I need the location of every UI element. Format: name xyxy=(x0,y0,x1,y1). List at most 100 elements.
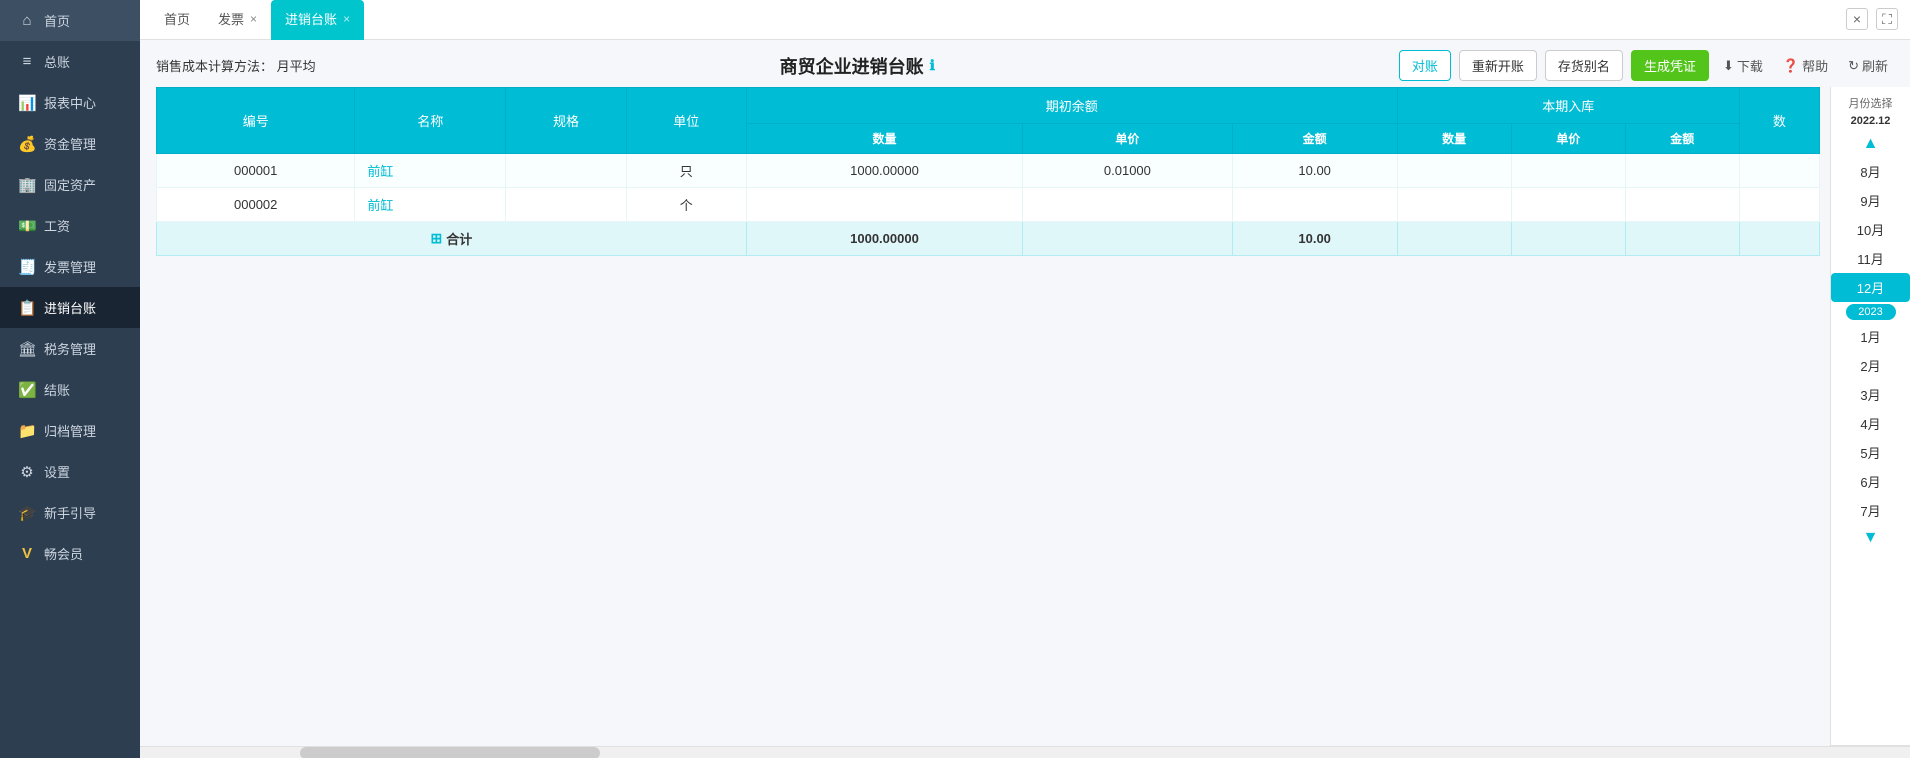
sidebar-item-guide[interactable]: 🎓 新手引导 xyxy=(0,492,140,533)
refresh-button[interactable]: ↻ 刷新 xyxy=(1842,51,1894,80)
invoice-mgmt-icon: 🧾 xyxy=(18,258,36,276)
sidebar-item-vip[interactable]: V 畅会员 xyxy=(0,533,140,574)
col-extra: 数 xyxy=(1739,88,1819,154)
sidebar-item-assets[interactable]: 🏢 固定资产 xyxy=(0,164,140,205)
sidebar-item-tax[interactable]: 🏛 税务管理 xyxy=(0,328,140,369)
cell-extra xyxy=(1739,188,1819,222)
sidebar-item-ledger[interactable]: ≡ 总账 xyxy=(0,41,140,82)
data-table: 编号 名称 规格 单位 期初余额 本期入库 数 数量 单价 金额 数 xyxy=(156,87,1820,256)
scrollbar-thumb[interactable] xyxy=(300,747,600,758)
home-icon: ⌂ xyxy=(18,12,36,29)
reports-icon: 📊 xyxy=(18,94,36,112)
cell-name: 前缸 xyxy=(355,154,506,188)
window-controls: × ⛶ xyxy=(1846,8,1898,30)
year-2023-tag: 2023 xyxy=(1846,304,1896,320)
scroll-down-button[interactable]: ▼ xyxy=(1831,525,1910,551)
cell-in-amount xyxy=(1625,188,1739,222)
tab-home[interactable]: 首页 xyxy=(150,0,204,40)
main-area: × ⛶ 首页 发票 × 进销台账 × 销售成本计算方法： 月平均 商贸企业进销台… xyxy=(140,0,1910,758)
settings-icon: ⚙ xyxy=(18,463,36,481)
month-selector-panel: 月份选择 2022.12 ▲ 8月 9月 10月 11月 12月 2023 1月… xyxy=(1830,87,1910,746)
cell-opening-qty xyxy=(746,188,1022,222)
tab-purchase-sale[interactable]: 进销台账 × xyxy=(271,0,364,40)
close-invoice-tab[interactable]: × xyxy=(250,12,257,26)
settlement-icon: ✅ xyxy=(18,381,36,399)
cost-method: 销售成本计算方法： 月平均 xyxy=(156,56,316,75)
col-opening-balance: 期初余额 xyxy=(746,88,1397,124)
sidebar-item-home[interactable]: ⌂ 首页 xyxy=(0,0,140,41)
page-title: 商贸企业进销台账 ℹ xyxy=(780,53,935,79)
sidebar-item-invoice-mgmt[interactable]: 🧾 发票管理 xyxy=(0,246,140,287)
month-10[interactable]: 10月 xyxy=(1831,215,1910,244)
cell-opening-price: 0.01000 xyxy=(1023,154,1233,188)
purchase-sale-icon: 📋 xyxy=(18,299,36,317)
cell-in-qty xyxy=(1397,188,1511,222)
page-content: 销售成本计算方法： 月平均 商贸企业进销台账 ℹ 对账 重新开账 存货别名 生成… xyxy=(140,40,1910,758)
archive-icon: 📁 xyxy=(18,422,36,440)
sidebar-item-settlement[interactable]: ✅ 结账 xyxy=(0,369,140,410)
month-2[interactable]: 2月 xyxy=(1831,351,1910,380)
col-in-qty: 数量 xyxy=(1397,124,1511,154)
total-in-amount xyxy=(1625,222,1739,256)
tax-icon: 🏛 xyxy=(18,340,36,358)
download-button[interactable]: ⬇ 下载 xyxy=(1717,51,1769,80)
cell-extra xyxy=(1739,154,1819,188)
info-icon[interactable]: ℹ xyxy=(930,57,935,74)
close-purchase-sale-tab[interactable]: × xyxy=(343,12,350,26)
cell-name: 前缸 xyxy=(355,188,506,222)
month-11[interactable]: 11月 xyxy=(1831,244,1910,273)
sidebar-item-archive[interactable]: 📁 归档管理 xyxy=(0,410,140,451)
cell-in-qty xyxy=(1397,154,1511,188)
table-row: 000002 前缸 个 xyxy=(157,188,1820,222)
toolbar-row: 销售成本计算方法： 月平均 商贸企业进销台账 ℹ 对账 重新开账 存货别名 生成… xyxy=(140,40,1910,87)
sidebar-item-finance[interactable]: 💰 资金管理 xyxy=(0,123,140,164)
cell-unit: 个 xyxy=(626,188,746,222)
save-alias-button[interactable]: 存货别名 xyxy=(1545,50,1623,81)
cell-in-price xyxy=(1511,154,1625,188)
year-2022-label: 2022.12 xyxy=(1851,113,1891,131)
month-4[interactable]: 4月 xyxy=(1831,409,1910,438)
reconcile-button[interactable]: 对账 xyxy=(1399,50,1451,81)
total-in-price xyxy=(1511,222,1625,256)
scroll-up-button[interactable]: ▲ xyxy=(1831,131,1910,157)
cell-spec xyxy=(506,188,626,222)
sidebar-item-salary[interactable]: 💵 工资 xyxy=(0,205,140,246)
total-opening-qty: 1000.00000 xyxy=(746,222,1022,256)
month-panel-title: 月份选择 xyxy=(1849,91,1893,113)
month-3[interactable]: 3月 xyxy=(1831,380,1910,409)
sidebar-item-reports[interactable]: 📊 报表中心 xyxy=(0,82,140,123)
cell-opening-price xyxy=(1023,188,1233,222)
reopen-button[interactable]: 重新开账 xyxy=(1459,50,1537,81)
col-current-in: 本期入库 xyxy=(1397,88,1739,124)
guide-icon: 🎓 xyxy=(18,504,36,522)
total-extra xyxy=(1739,222,1819,256)
col-opening-price: 单价 xyxy=(1023,124,1233,154)
close-button[interactable]: × xyxy=(1846,8,1868,30)
cell-code: 000001 xyxy=(157,154,355,188)
horizontal-scrollbar[interactable] xyxy=(140,746,1910,758)
month-5[interactable]: 5月 xyxy=(1831,438,1910,467)
ledger-icon: ≡ xyxy=(18,53,36,70)
col-opening-qty: 数量 xyxy=(746,124,1022,154)
cell-unit: 只 xyxy=(626,154,746,188)
sidebar-item-purchase-sale[interactable]: 📋 进销台账 xyxy=(0,287,140,328)
col-name: 名称 xyxy=(355,88,506,154)
month-6[interactable]: 6月 xyxy=(1831,467,1910,496)
cell-opening-qty: 1000.00000 xyxy=(746,154,1022,188)
cell-opening-amount xyxy=(1232,188,1397,222)
tab-invoice[interactable]: 发票 × xyxy=(204,0,271,40)
month-8[interactable]: 8月 xyxy=(1831,157,1910,186)
total-opening-amount: 10.00 xyxy=(1232,222,1397,256)
generate-voucher-button[interactable]: 生成凭证 xyxy=(1631,50,1709,81)
sidebar-item-settings[interactable]: ⚙ 设置 xyxy=(0,451,140,492)
month-1[interactable]: 1月 xyxy=(1831,322,1910,351)
cell-in-price xyxy=(1511,188,1625,222)
help-button[interactable]: ❓ 帮助 xyxy=(1777,51,1834,80)
month-9[interactable]: 9月 xyxy=(1831,186,1910,215)
month-7[interactable]: 7月 xyxy=(1831,496,1910,525)
sidebar: ⌂ 首页 ≡ 总账 📊 报表中心 💰 资金管理 🏢 固定资产 💵 工资 🧾 发票… xyxy=(0,0,140,758)
total-opening-price xyxy=(1023,222,1233,256)
maximize-button[interactable]: ⛶ xyxy=(1876,8,1898,30)
month-12[interactable]: 12月 xyxy=(1831,273,1910,302)
total-icon: ⊞ xyxy=(431,230,443,247)
